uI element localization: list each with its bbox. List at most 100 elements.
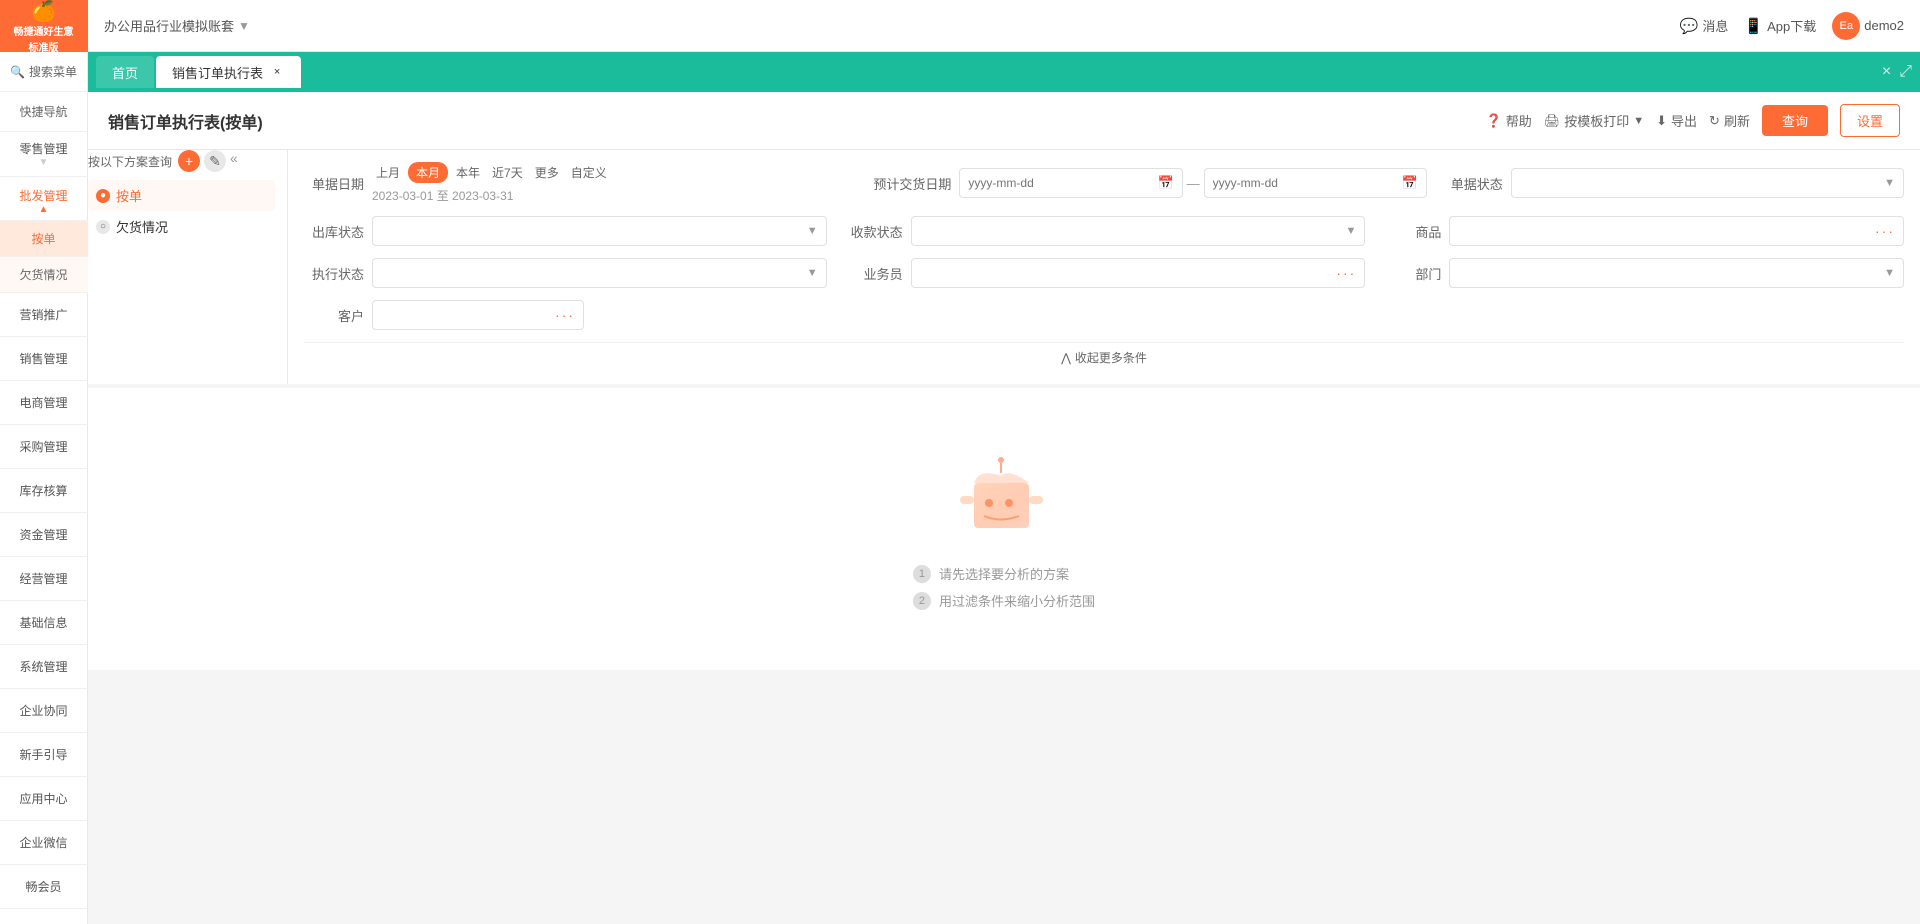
sidebar-item-sales[interactable]: 销售管理	[0, 337, 88, 381]
filter-left-title: 按以下方案查询 + ✎ «	[88, 150, 275, 172]
sidebar-item-label: 零售管理	[19, 140, 67, 157]
sidebar-item-member[interactable]: 畅会员	[0, 865, 88, 909]
chevron-up-icon: ▲	[39, 204, 49, 215]
sidebar-item-newbie[interactable]: 新手引导	[0, 733, 88, 777]
query-button[interactable]: 查询	[1762, 105, 1828, 136]
salesman-input[interactable]: ···	[911, 258, 1366, 288]
sidebar-item-wechat[interactable]: 企业微信	[0, 821, 88, 865]
content-area: 销售订单执行表(按单) ❓ 帮助 🖨 按模板打印 ▼ ⬇ 导出 ↻ 刷新	[88, 92, 1920, 924]
export-btn[interactable]: ⬇ 导出	[1656, 111, 1697, 130]
payment-status-arrow-icon: ▼	[1345, 225, 1356, 237]
app-download-label: App下载	[1767, 16, 1816, 35]
dept-dropdown[interactable]: ▼	[1449, 258, 1904, 288]
customer-more-icon[interactable]: ···	[555, 307, 575, 323]
date-shortcuts: 上月 本月 本年 近7天 更多 自定义	[372, 162, 857, 183]
customer-input[interactable]: ···	[372, 300, 584, 330]
sidebar-item-label: 批发管理	[19, 187, 67, 204]
sidebar-item-retail[interactable]: 零售管理 ▼	[0, 132, 88, 177]
refresh-icon: ↻	[1709, 113, 1720, 129]
edit-icon: ✎	[209, 153, 221, 170]
delivery-status-dropdown[interactable]: ▼	[372, 216, 827, 246]
add-plan-btn[interactable]: +	[178, 150, 200, 172]
sidebar-item-label: 经营管理	[19, 570, 67, 587]
filter-field-date: 单据日期 上月 本月 本年 近7天 更多 自定义 20	[304, 162, 857, 204]
sidebar-item-basic[interactable]: 基础信息	[0, 601, 88, 645]
sidebar-item-apps[interactable]: 应用中心	[0, 777, 88, 821]
date-shortcut-more[interactable]: 更多	[531, 162, 563, 183]
date-shortcut-last-month[interactable]: 上月	[372, 162, 404, 183]
refresh-btn[interactable]: ↻ 刷新	[1709, 111, 1750, 130]
quick-nav[interactable]: 快捷导航	[0, 92, 88, 132]
sidebar-item-label: 应用中心	[19, 790, 67, 807]
tabbar-actions: × ⤢	[1882, 63, 1912, 81]
sidebar-item-collab[interactable]: 企业协同	[0, 689, 88, 733]
exec-status-label: 执行状态	[304, 264, 364, 283]
empty-tip-2: 2 用过滤条件来缩小分析范围	[913, 591, 1095, 610]
edit-plan-btn[interactable]: ✎	[204, 150, 226, 172]
salesman-more-icon[interactable]: ···	[1336, 265, 1356, 281]
expected-date-to[interactable]: 📅	[1204, 168, 1427, 198]
expected-date-from-input[interactable]	[968, 176, 1058, 190]
sidebar-item-label: 基础信息	[19, 614, 67, 631]
date-range-separator: —	[1187, 176, 1200, 191]
app-icon: 📱	[1744, 17, 1763, 35]
print-btn[interactable]: 🖨 按模板打印 ▼	[1544, 111, 1644, 130]
payment-status-dropdown[interactable]: ▼	[911, 216, 1366, 246]
date-shortcut-7days[interactable]: 近7天	[488, 162, 527, 183]
filter-field-dept: 部门 ▼	[1381, 258, 1904, 288]
search-icon: 🔍	[10, 65, 25, 79]
date-shortcut-custom[interactable]: 自定义	[567, 162, 611, 183]
sidebar-item-press-order[interactable]: 按单	[0, 221, 88, 257]
sidebar-item-ecommerce[interactable]: 电商管理	[0, 381, 88, 425]
sidebar-item-label: 库存核算	[19, 482, 67, 499]
goods-input[interactable]: ···	[1449, 216, 1904, 246]
calendar-to-icon: 📅	[1402, 175, 1418, 191]
search-menu[interactable]: 🔍 搜索菜单	[0, 52, 88, 92]
tab-home-label: 首页	[112, 63, 138, 82]
sidebar-item-finance[interactable]: 资金管理	[0, 513, 88, 557]
filter-field-doc-status: 单据状态 ▼	[1443, 168, 1904, 198]
window-maximize-btn[interactable]: ⤢	[1899, 63, 1912, 81]
sidebar-item-owe-goods[interactable]: 欠货情况	[0, 257, 88, 293]
topbar-right: 💬 消息 📱 App下载 Ea demo2	[1680, 12, 1904, 40]
collapse-filter-btn[interactable]: ⋀ 收起更多条件	[304, 342, 1904, 372]
avatar-text: Ea	[1840, 20, 1853, 32]
expected-date-to-input[interactable]	[1213, 176, 1303, 190]
user-profile[interactable]: Ea demo2	[1832, 12, 1904, 40]
dept-arrow-icon: ▼	[1884, 267, 1895, 279]
sidebar-item-operation[interactable]: 经营管理	[0, 557, 88, 601]
goods-more-icon[interactable]: ···	[1875, 223, 1895, 239]
message-btn[interactable]: 💬 消息	[1680, 16, 1729, 35]
delivery-status-arrow-icon: ▼	[807, 225, 818, 237]
sidebar-item-wholesale[interactable]: 批发管理 ▲	[0, 177, 88, 221]
tab-close-icon[interactable]: ×	[269, 64, 285, 80]
goods-label: 商品	[1381, 222, 1441, 241]
sidebar-item-marketing[interactable]: 营销推广	[0, 293, 88, 337]
tab-home[interactable]: 首页	[96, 56, 154, 88]
tab-active-label: 销售订单执行表	[172, 63, 263, 82]
window-close-btn[interactable]: ×	[1882, 63, 1891, 81]
setting-button[interactable]: 设置	[1840, 104, 1900, 137]
exec-status-dropdown[interactable]: ▼	[372, 258, 827, 288]
collapse-plan-btn[interactable]: «	[230, 150, 238, 172]
help-btn[interactable]: ❓ 帮助	[1486, 111, 1532, 130]
sidebar-item-purchase[interactable]: 采购管理	[0, 425, 88, 469]
main-area: 办公用品行业模拟账套 ▼ 💬 消息 📱 App下载 Ea demo2 首页	[88, 0, 1920, 924]
tab-sales-execution[interactable]: 销售订单执行表 ×	[156, 56, 301, 88]
collapse-up-icon: ⋀	[1061, 351, 1071, 365]
company-selector[interactable]: 办公用品行业模拟账套 ▼	[104, 16, 250, 35]
salesman-label: 业务员	[843, 264, 903, 283]
app-download-btn[interactable]: 📱 App下载	[1744, 16, 1816, 35]
date-shortcut-this-year[interactable]: 本年	[452, 162, 484, 183]
sidebar-item-inventory[interactable]: 库存核算	[0, 469, 88, 513]
logo[interactable]: 🍊 畅捷通好生意 标准版	[0, 0, 88, 52]
company-name: 办公用品行业模拟账套	[104, 16, 234, 35]
doc-status-dropdown[interactable]: ▼	[1511, 168, 1904, 198]
sidebar-item-system[interactable]: 系统管理	[0, 645, 88, 689]
plan-item-press-order[interactable]: ● 按单	[88, 180, 275, 211]
sidebar-item-label: 按单	[31, 230, 55, 247]
expected-date-from[interactable]: 📅	[959, 168, 1182, 198]
plan-item-owe-goods[interactable]: ○ 欠货情况	[88, 211, 275, 242]
date-shortcut-this-month[interactable]: 本月	[408, 162, 448, 183]
empty-tip-1: 1 请先选择要分析的方案	[913, 564, 1095, 583]
